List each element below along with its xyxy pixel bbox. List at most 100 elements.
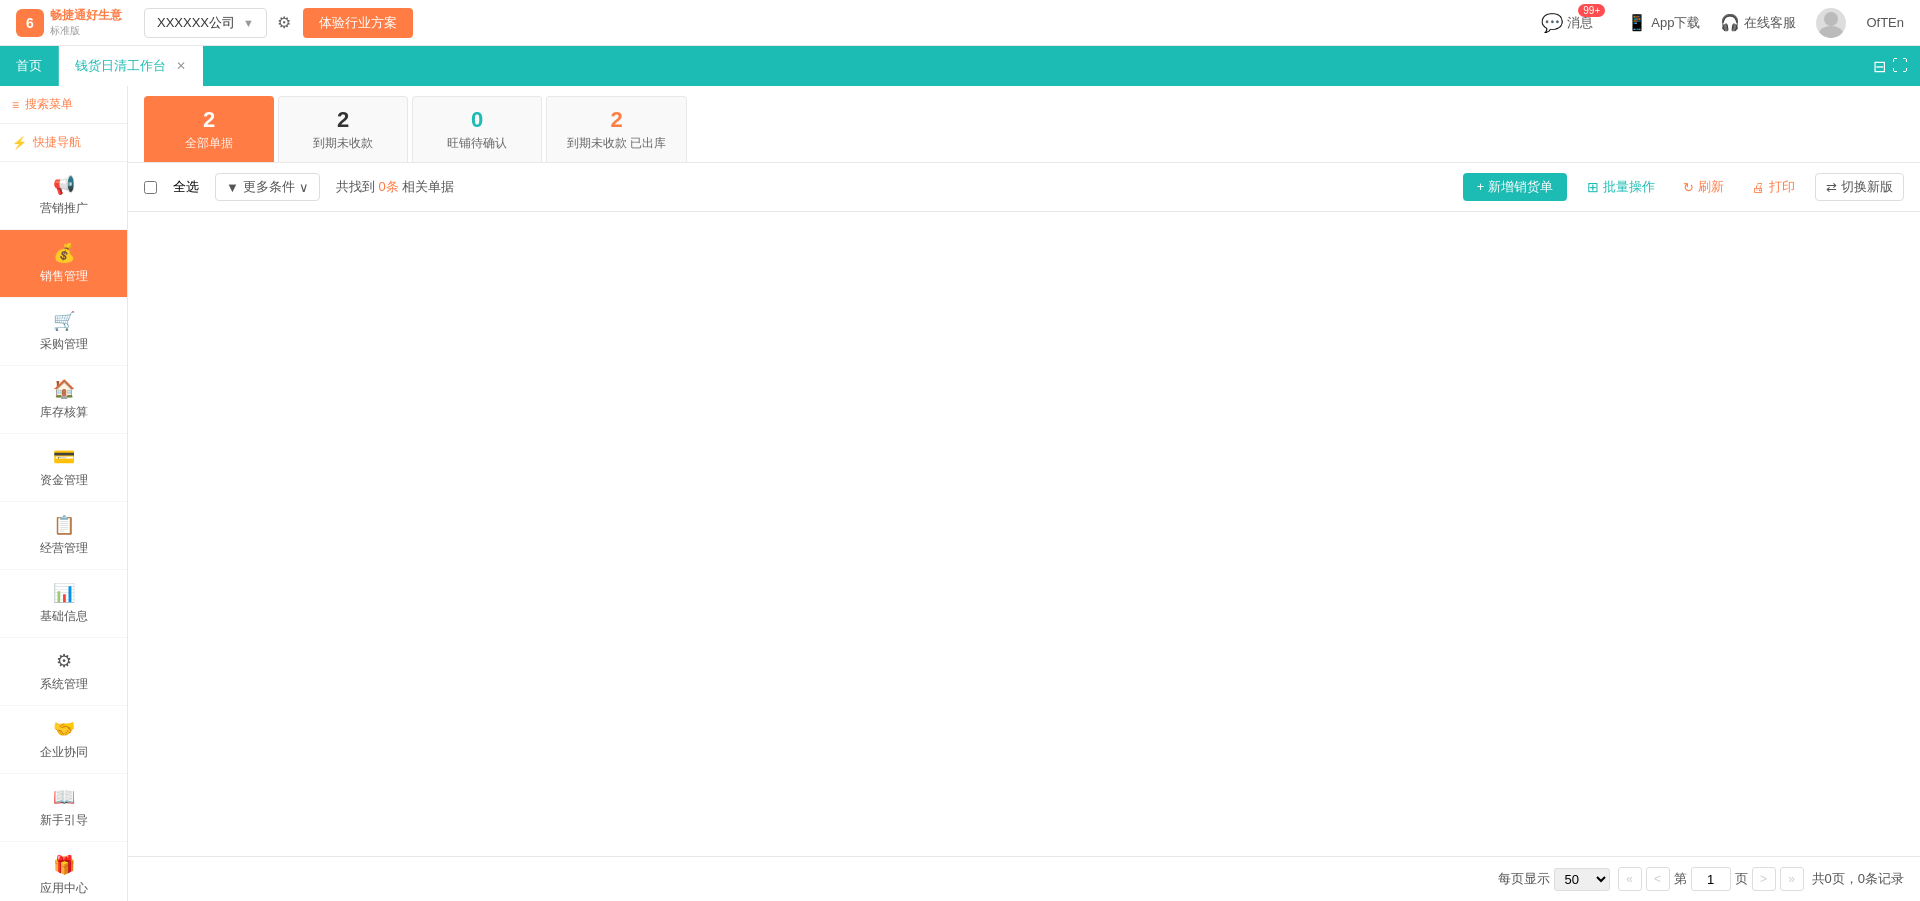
page-size-selector: 每页显示 50 100 200 <box>1498 868 1610 891</box>
prev-page-btn[interactable]: < <box>1646 867 1670 891</box>
stat-label-shipped: 到期未收款 已出库 <box>567 135 666 152</box>
print-btn[interactable]: 🖨 打印 <box>1744 174 1803 200</box>
stat-count-overdue: 2 <box>299 107 387 133</box>
stats-tabs: 2 全部单据 2 到期未收款 0 旺铺待确认 2 到期未收款 已出库 <box>128 86 1920 163</box>
sidebar-item-basics-label: 基础信息 <box>40 608 88 625</box>
top-header: 6 畅捷通好生意 标准版 XXXXXX公司 ▼ ⚙ 体验行业方案 💬 消息 99… <box>0 0 1920 46</box>
tab-minimize-icon[interactable]: ⊟ <box>1873 57 1886 76</box>
select-all-label: 全选 <box>173 178 199 196</box>
tab-expand-icon[interactable]: ⛶ <box>1892 57 1908 75</box>
sidebar-item-collaboration[interactable]: 🤝 企业协同 <box>0 706 127 774</box>
sidebar-item-inventory[interactable]: 🏠 库存核算 <box>0 366 127 434</box>
logo-main: 畅捷通好生意 <box>50 8 122 24</box>
stat-tab-shipped[interactable]: 2 到期未收款 已出库 <box>546 96 687 162</box>
stat-tab-all[interactable]: 2 全部单据 <box>144 96 274 162</box>
company-selector[interactable]: XXXXXX公司 ▼ <box>144 8 267 38</box>
print-icon: 🖨 <box>1752 180 1765 195</box>
message-icon: 💬 <box>1541 12 1563 34</box>
batch-operation-btn[interactable]: ⊞ 批量操作 <box>1579 174 1663 200</box>
content-area: 2 全部单据 2 到期未收款 0 旺铺待确认 2 到期未收款 已出库 全选 ▼ … <box>128 86 1920 901</box>
avatar[interactable] <box>1816 8 1846 38</box>
app-download-label: App下载 <box>1651 14 1700 32</box>
tab-home[interactable]: 首页 <box>0 46 59 86</box>
stat-count-shipped: 2 <box>567 107 666 133</box>
sales-icon: 💰 <box>53 242 75 264</box>
batch-label: 批量操作 <box>1603 178 1655 196</box>
switch-version-btn[interactable]: ⇄ 切换新版 <box>1815 173 1904 201</box>
inventory-icon: 🏠 <box>53 378 75 400</box>
sidebar-item-finance-label: 资金管理 <box>40 472 88 489</box>
pagination: 每页显示 50 100 200 « < 第 页 > » 共0页，0条记录 <box>128 856 1920 901</box>
add-sales-order-btn[interactable]: + 新增销货单 <box>1463 173 1567 201</box>
table-area <box>128 212 1920 856</box>
user-name: OfTEn <box>1866 15 1904 30</box>
logo-sub: 标准版 <box>50 24 122 37</box>
stat-tab-pending[interactable]: 0 旺铺待确认 <box>412 96 542 162</box>
sidebar-item-basics[interactable]: 📊 基础信息 <box>0 570 127 638</box>
trial-button[interactable]: 体验行业方案 <box>303 8 413 38</box>
tab-work-station[interactable]: 钱货日清工作台 ✕ <box>59 46 203 86</box>
sidebar: ≡ 搜索菜单 ⚡ 快捷导航 📢 营销推广 💰 销售管理 🛒 采购管理 🏠 库存核… <box>0 86 128 901</box>
found-count: 共找到 0条 相关单据 <box>336 178 454 196</box>
logo-area: 6 畅捷通好生意 标准版 <box>16 8 144 37</box>
sidebar-item-marketing-label: 营销推广 <box>40 200 88 217</box>
sidebar-item-sales[interactable]: 💰 销售管理 <box>0 230 127 298</box>
stat-count-all: 2 <box>165 107 253 133</box>
tab-close-icon[interactable]: ✕ <box>176 59 186 73</box>
finance-icon: 💳 <box>53 446 75 468</box>
sidebar-item-guide[interactable]: 📖 新手引导 <box>0 774 127 842</box>
basics-icon: 📊 <box>53 582 75 604</box>
refresh-icon: ↻ <box>1683 180 1694 195</box>
svg-point-0 <box>1824 12 1838 26</box>
settings-icon-btn[interactable]: ⚙ <box>277 13 291 32</box>
sidebar-search-label: 搜索菜单 <box>25 96 73 113</box>
next-page-btn[interactable]: > <box>1752 867 1776 891</box>
sidebar-item-marketing[interactable]: 📢 营销推广 <box>0 162 127 230</box>
tab-work-station-label: 钱货日清工作台 <box>75 57 166 75</box>
page-label: 第 <box>1674 870 1687 888</box>
last-page-btn[interactable]: » <box>1780 867 1804 891</box>
sidebar-item-app-center[interactable]: 🎁 应用中心 <box>0 842 127 901</box>
sidebar-item-system-label: 系统管理 <box>40 676 88 693</box>
page-size-select[interactable]: 50 100 200 <box>1554 868 1610 891</box>
app-download-item[interactable]: 📱 App下载 <box>1627 13 1700 32</box>
online-service-label: 在线客服 <box>1744 14 1796 32</box>
first-page-btn[interactable]: « <box>1618 867 1642 891</box>
main-layout: ≡ 搜索菜单 ⚡ 快捷导航 📢 营销推广 💰 销售管理 🛒 采购管理 🏠 库存核… <box>0 86 1920 901</box>
empty-state <box>128 212 1920 856</box>
guide-icon: 📖 <box>53 786 75 808</box>
sidebar-item-system[interactable]: ⚙ 系统管理 <box>0 638 127 706</box>
operations-icon: 📋 <box>53 514 75 536</box>
search-icon: ≡ <box>12 98 19 112</box>
sidebar-quick-nav-label: 快捷导航 <box>33 134 81 151</box>
sidebar-search[interactable]: ≡ 搜索菜单 <box>0 86 127 124</box>
sidebar-item-app-center-label: 应用中心 <box>40 880 88 897</box>
tab-home-label: 首页 <box>16 57 42 75</box>
company-dropdown-icon: ▼ <box>243 17 254 29</box>
stat-tab-overdue[interactable]: 2 到期未收款 <box>278 96 408 162</box>
sidebar-item-purchase[interactable]: 🛒 采购管理 <box>0 298 127 366</box>
sidebar-item-finance[interactable]: 💳 资金管理 <box>0 434 127 502</box>
messages-item[interactable]: 💬 消息 99+ <box>1541 12 1593 34</box>
stat-label-pending: 旺铺待确认 <box>433 135 521 152</box>
tab-bar: 首页 钱货日清工作台 ✕ ⊟ ⛶ <box>0 46 1920 86</box>
filter-button[interactable]: ▼ 更多条件 ∨ <box>215 173 320 201</box>
headset-icon: 🎧 <box>1720 13 1740 32</box>
sidebar-item-guide-label: 新手引导 <box>40 812 88 829</box>
system-icon: ⚙ <box>56 650 72 672</box>
refresh-btn[interactable]: ↻ 刷新 <box>1675 174 1732 200</box>
filter-dropdown-icon: ∨ <box>299 180 309 195</box>
sidebar-quick-nav[interactable]: ⚡ 快捷导航 <box>0 124 127 162</box>
stat-count-pending: 0 <box>433 107 521 133</box>
sidebar-item-operations[interactable]: 📋 经营管理 <box>0 502 127 570</box>
sidebar-item-purchase-label: 采购管理 <box>40 336 88 353</box>
filter-icon: ▼ <box>226 180 239 195</box>
sidebar-item-inventory-label: 库存核算 <box>40 404 88 421</box>
page-number-input[interactable] <box>1691 867 1731 891</box>
stat-label-all: 全部单据 <box>165 135 253 152</box>
found-prefix: 共找到 <box>336 179 375 194</box>
collaboration-icon: 🤝 <box>53 718 75 740</box>
online-service-item[interactable]: 🎧 在线客服 <box>1720 13 1796 32</box>
select-all-checkbox[interactable] <box>144 181 157 194</box>
found-suffix: 相关单据 <box>402 179 454 194</box>
